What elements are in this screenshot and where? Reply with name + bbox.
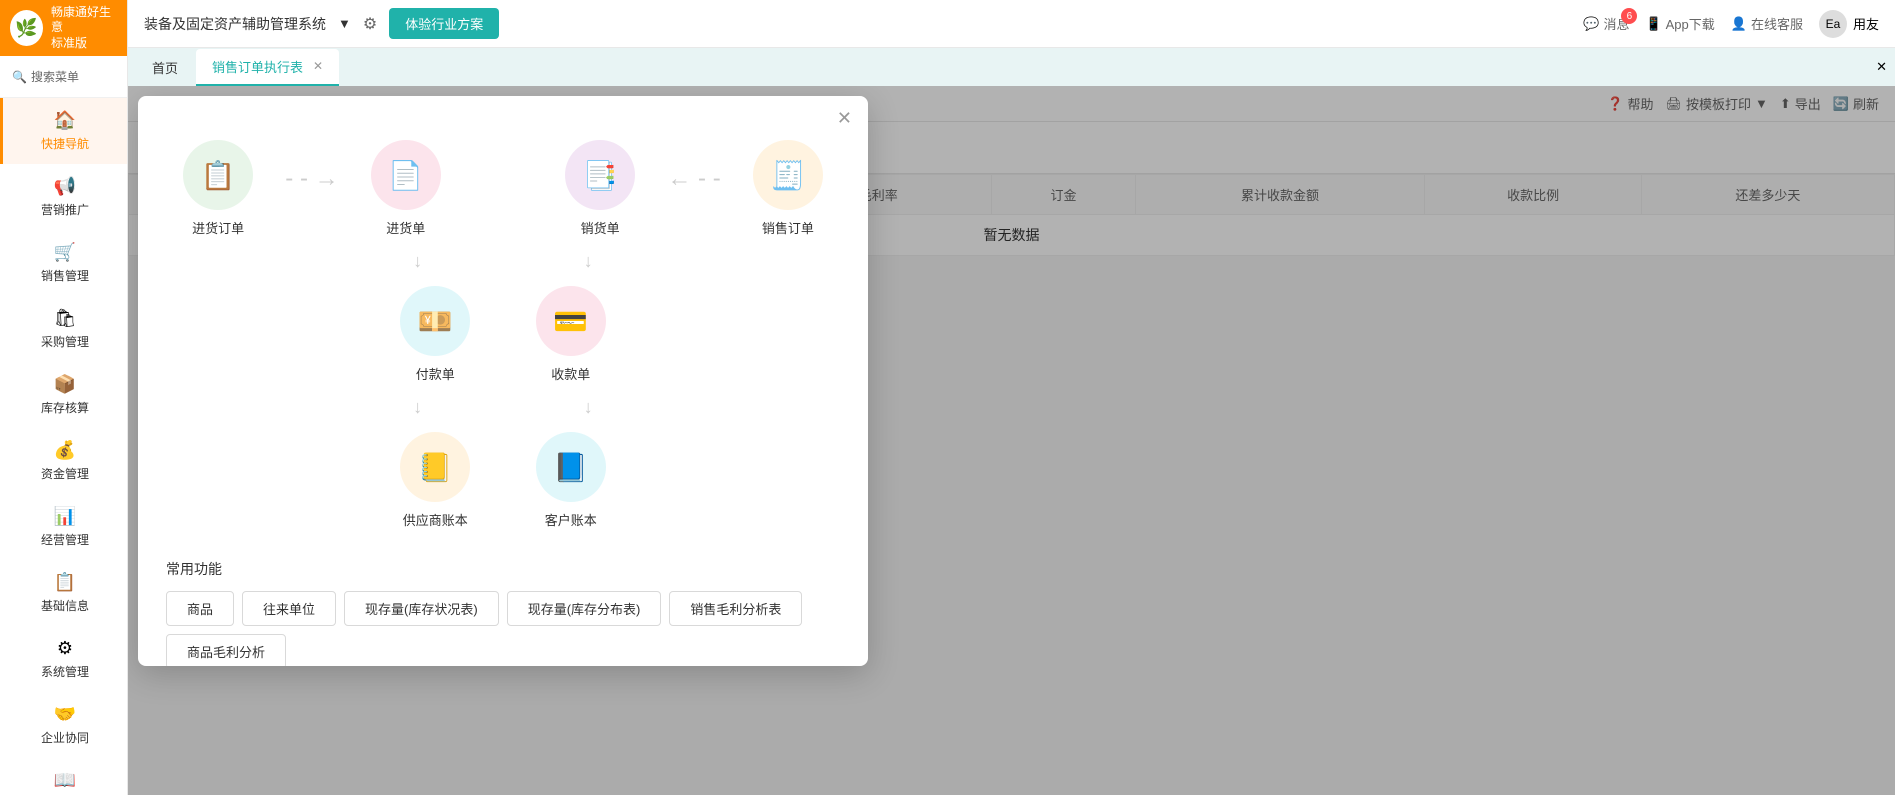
- sidebar: 🌿 畅康通好生意 标准版 🔍 搜索菜单 🏠 快捷导航 📢 营销推广 🛒: [0, 0, 128, 795]
- search-icon: 🔍: [12, 70, 27, 84]
- tab-home[interactable]: 首页: [136, 50, 194, 85]
- sidebar-nav: 🏠 快捷导航 📢 营销推广 🛒 销售管理 🛍 采购管理 📦 库存核算 💰: [0, 98, 127, 795]
- arrow-down-payment: ↓: [338, 397, 498, 418]
- user-menu[interactable]: Ea 用友: [1819, 10, 1879, 38]
- arrow-right-1: - - →: [285, 165, 338, 193]
- common-functions: 常用功能 商品 往来单位 现存量(库存状况表) 现存量(库存分布表) 销售毛利分…: [162, 559, 844, 666]
- download-icon: 📱: [1645, 16, 1661, 32]
- chevron-down-icon: ▼: [338, 16, 351, 31]
- modal-close-button[interactable]: ✕: [837, 108, 852, 129]
- operation-icon: 📊: [54, 506, 76, 527]
- app-download-action[interactable]: 📱 App下载: [1645, 14, 1714, 33]
- modal: ✕ 📋 进货订单 - - →: [138, 96, 868, 666]
- content-area: ❓ 帮助 🖨 按模板打印 ▼ ⬆ 导出 🔄: [128, 86, 1895, 795]
- customer-ledger-icon: 📘: [536, 432, 606, 502]
- sidebar-item-operation[interactable]: 📊 经营管理: [0, 494, 127, 560]
- message-icon: 💬: [1583, 16, 1599, 32]
- sidebar-item-finance[interactable]: 💰 资金管理: [0, 428, 127, 494]
- common-btn-partner[interactable]: 往来单位: [242, 591, 336, 626]
- topbar: 装备及固定资产辅助管理系统 ▼ ⚙ 体验行业方案 💬 消息 6 📱 App下载 …: [128, 0, 1895, 48]
- payment-icon: 💴: [400, 286, 470, 356]
- purchase-icon: 🛍: [54, 308, 77, 329]
- flow-item-sales-order[interactable]: 🧾 销售订单: [743, 130, 833, 247]
- common-btn-stock-dist[interactable]: 现存量(库存分布表): [507, 591, 662, 626]
- settings-icon[interactable]: ⚙: [363, 14, 377, 34]
- common-btn-sales-margin[interactable]: 销售毛利分析表: [669, 591, 802, 626]
- common-btn-product[interactable]: 商品: [166, 591, 234, 626]
- sidebar-item-inventory[interactable]: 📦 库存核算: [0, 362, 127, 428]
- purchase-order-icon: 📋: [183, 140, 253, 210]
- flow-diagram: 📋 进货订单 - - → 📄 进货单: [162, 120, 844, 559]
- sales-order-icon: 🧾: [753, 140, 823, 210]
- arrow-left-1: ← - -: [667, 165, 720, 193]
- system-title: 装备及固定资产辅助管理系统: [144, 14, 326, 34]
- guide-icon: 📖: [54, 770, 76, 791]
- system-dropdown[interactable]: ▼: [338, 16, 351, 31]
- sidebar-item-enterprise[interactable]: 🤝 企业协同: [0, 692, 127, 758]
- sidebar-search-area: 🔍 搜索菜单: [0, 56, 127, 98]
- logo-text: 畅康通好生意 标准版: [51, 5, 117, 52]
- common-buttons-container: 商品 往来单位 现存量(库存状况表) 现存量(库存分布表) 销售毛利分析表 商品…: [166, 591, 840, 666]
- flow-item-purchase-order[interactable]: 📋 进货订单: [173, 130, 263, 247]
- sidebar-item-system[interactable]: ⚙ 系统管理: [0, 626, 127, 692]
- sidebar-item-purchase[interactable]: 🛍 采购管理: [0, 296, 127, 362]
- avatar: Ea: [1819, 10, 1847, 38]
- experience-button[interactable]: 体验行业方案: [389, 8, 499, 39]
- sales-bill-icon: 📑: [565, 140, 635, 210]
- sidebar-item-sales[interactable]: 🛒 销售管理: [0, 230, 127, 296]
- flow-item-supplier-ledger[interactable]: 📒 供应商账本: [390, 422, 480, 539]
- system-icon: ⚙: [57, 638, 73, 659]
- search-menu-button[interactable]: 🔍 搜索菜单: [8, 64, 119, 89]
- basic-info-icon: 📋: [54, 572, 76, 593]
- home-icon: 🏠: [54, 110, 76, 131]
- topbar-actions: 💬 消息 6 📱 App下载 👤 在线客服 Ea 用友: [1583, 10, 1879, 38]
- sidebar-logo: 🌿 畅康通好生意 标准版: [0, 0, 127, 56]
- sidebar-item-marketing[interactable]: 📢 营销推广: [0, 164, 127, 230]
- common-btn-stock-status[interactable]: 现存量(库存状况表): [344, 591, 499, 626]
- flow-item-customer-ledger[interactable]: 📘 客户账本: [526, 422, 616, 539]
- flow-item-purchase-bill[interactable]: 📄 进货单: [361, 130, 451, 247]
- modal-overlay[interactable]: ✕ 📋 进货订单 - - →: [128, 86, 1895, 795]
- message-badge: 6: [1621, 8, 1637, 24]
- tab-sales-order[interactable]: 销售订单执行表 ✕: [196, 49, 339, 86]
- flow-item-receipt[interactable]: 💳 收款单: [526, 276, 616, 393]
- common-btn-product-margin[interactable]: 商品毛利分析: [166, 634, 286, 666]
- marketing-icon: 📢: [54, 176, 76, 197]
- message-action[interactable]: 💬 消息 6: [1583, 14, 1629, 33]
- arrow-down-sales: ↓: [508, 251, 668, 272]
- tab-close-icon[interactable]: ✕: [313, 59, 323, 73]
- tabbar: 首页 销售订单执行表 ✕ ✕: [128, 48, 1895, 86]
- arrow-down-receipt: ↓: [508, 397, 668, 418]
- sidebar-item-guide[interactable]: 📖 新手引导: [0, 758, 127, 795]
- enterprise-icon: 🤝: [54, 704, 76, 725]
- logo-icon: 🌿: [10, 10, 43, 46]
- sidebar-item-quick-nav[interactable]: 🏠 快捷导航: [0, 98, 127, 164]
- online-service-action[interactable]: 👤 在线客服: [1731, 14, 1803, 33]
- finance-icon: 💰: [54, 440, 76, 461]
- arrow-down-purchase: ↓: [338, 251, 498, 272]
- tabbar-close-all[interactable]: ✕: [1876, 59, 1887, 75]
- inventory-icon: 📦: [54, 374, 76, 395]
- receipt-icon: 💳: [536, 286, 606, 356]
- supplier-ledger-icon: 📒: [400, 432, 470, 502]
- sidebar-item-basic-info[interactable]: 📋 基础信息: [0, 560, 127, 626]
- purchase-bill-icon: 📄: [371, 140, 441, 210]
- common-title: 常用功能: [166, 559, 840, 579]
- sales-icon: 🛒: [54, 242, 76, 263]
- main-area: 装备及固定资产辅助管理系统 ▼ ⚙ 体验行业方案 💬 消息 6 📱 App下载 …: [128, 0, 1895, 795]
- service-icon: 👤: [1731, 16, 1747, 32]
- flow-item-payment[interactable]: 💴 付款单: [390, 276, 480, 393]
- flow-item-sales-bill[interactable]: 📑 销货单: [555, 130, 645, 247]
